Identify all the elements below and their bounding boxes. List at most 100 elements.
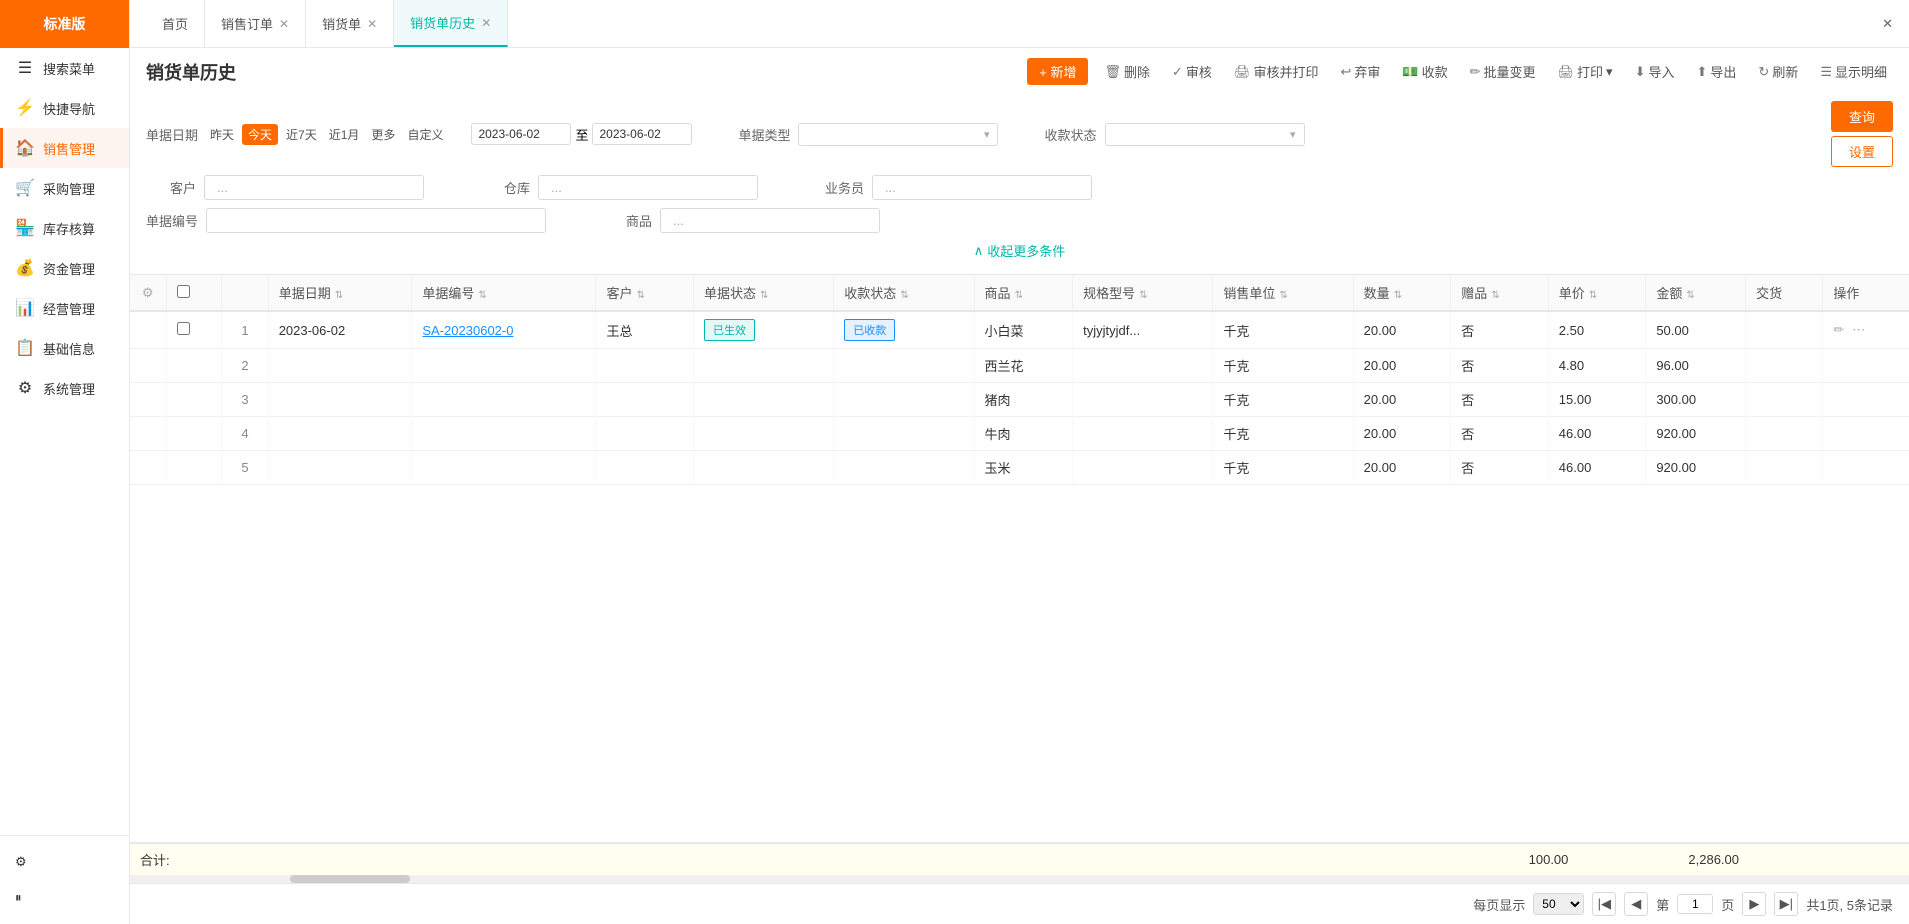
sidebar-collapse-item[interactable]: ⏸ [0,880,129,916]
row-trade [1746,349,1823,383]
row-qty: 20.00 [1353,417,1451,451]
row-gear [130,383,166,417]
sidebar-item-operations[interactable]: 📊 经营管理 [0,288,129,328]
row-customer [596,349,694,383]
sort-unit-icon: ⇅ [1279,290,1287,301]
col-payment[interactable]: 收款状态⇅ [834,275,974,311]
tab-sales-history-label: 销货单历史 [410,13,475,32]
export-button[interactable]: ⬆ 导出 [1690,59,1742,84]
salesperson-ellipsis[interactable]: ... [885,180,896,195]
collapse-button[interactable]: ∧ 收起更多条件 [974,241,1066,260]
product-input[interactable]: ... [660,208,880,233]
sidebar-item-label: 基础信息 [43,339,95,358]
warehouse-ellipsis[interactable]: ... [551,180,562,195]
date-shortcut-7days[interactable]: 近7天 [282,124,321,145]
table-row: 2 西兰花 千克 20.00 否 4.80 96.00 [130,349,1909,383]
sidebar-bottom-item[interactable]: ⚙ [0,844,129,880]
sidebar-item-purchase[interactable]: 🛒 采购管理 [0,168,129,208]
settings-button[interactable]: 设置 [1831,136,1893,167]
sidebar-item-inventory[interactable]: 🏪 库存核算 [0,208,129,248]
customer-input[interactable]: ... [204,175,424,200]
payment-select[interactable]: ▾ [1105,123,1305,146]
date-to-input[interactable] [592,123,692,145]
page-input[interactable] [1677,894,1713,914]
row-product: 猪肉 [974,383,1073,417]
import-button[interactable]: ⬇ 导入 [1629,59,1681,84]
sidebar-item-finance[interactable]: 💰 资金管理 [0,248,129,288]
show-detail-button[interactable]: ☰ 显示明细 [1814,59,1893,84]
footer-total-qty: 100.00 [1529,852,1569,867]
page-size-select[interactable]: 50 100 200 [1533,893,1584,915]
more-action-icon[interactable]: ⋯ [1852,322,1865,338]
tab-sales-order-close[interactable]: ✕ [279,17,289,31]
scrollbar-area[interactable] [130,875,1909,883]
doctype-select[interactable]: ▾ [798,123,998,146]
col-customer[interactable]: 客户⇅ [596,275,694,311]
col-price[interactable]: 单价⇅ [1548,275,1646,311]
sidebar-item-search-menu[interactable]: ☰ 搜索菜单 [0,48,129,88]
import-icon: ⬇ [1635,64,1646,80]
date-shortcut-custom[interactable]: 自定义 [403,124,447,145]
col-qty[interactable]: 数量⇅ [1353,275,1451,311]
date-shortcut-1month[interactable]: 近1月 [325,124,364,145]
last-page-button[interactable]: ▶| [1774,892,1798,916]
row-trade [1746,451,1823,485]
tab-home[interactable]: 首页 [146,0,205,47]
row-customer: 王总 [596,311,694,349]
col-spec[interactable]: 规格型号⇅ [1073,275,1213,311]
col-docstatus[interactable]: 单据状态⇅ [694,275,834,311]
topbar-close-btn[interactable]: ✕ [1882,16,1893,32]
tab-sales-order[interactable]: 销售订单 ✕ [205,0,306,47]
doc-no-link[interactable]: SA-20230602-0 [422,323,513,338]
print-button[interactable]: 🖨 打印 ▾ [1552,59,1619,84]
batch-change-button[interactable]: ✏ 批量变更 [1464,59,1542,84]
first-page-button[interactable]: |◀ [1592,892,1616,916]
col-gear[interactable]: ⚙ [130,275,166,311]
tab-sales-history[interactable]: 销货单历史 ✕ [394,0,508,47]
date-from-input[interactable] [471,123,571,145]
row-checkbox[interactable] [177,322,190,335]
tab-sales-history-close[interactable]: ✕ [481,16,491,30]
warehouse-input[interactable]: ... [538,175,758,200]
col-docno[interactable]: 单据编号⇅ [412,275,596,311]
query-button[interactable]: 查询 [1831,101,1893,132]
row-spec: tyjyjtyjdf... [1073,311,1213,349]
sidebar-item-quick-nav[interactable]: ⚡ 快捷导航 [0,88,129,128]
date-shortcut-more[interactable]: 更多 [367,124,399,145]
row-spec [1073,451,1213,485]
tab-sales-order-label: 销售订单 [221,14,273,33]
tab-sales-delivery[interactable]: 销货单 ✕ [306,0,394,47]
col-product[interactable]: 商品⇅ [974,275,1073,311]
sidebar-item-system[interactable]: ⚙ 系统管理 [0,368,129,408]
next-page-button[interactable]: ▶ [1742,892,1766,916]
prev-page-button[interactable]: ◀ [1624,892,1648,916]
docno-input[interactable] [206,208,546,233]
delete-button[interactable]: 🗑 删除 [1098,59,1156,84]
audit-print-button[interactable]: 🖨 审核并打印 [1228,59,1325,84]
row-checkbox-cell [166,417,222,451]
col-date[interactable]: 单据日期⇅ [268,275,412,311]
new-button[interactable]: + 新增 [1027,58,1088,85]
scrollbar-thumb[interactable] [290,875,410,883]
audit-button[interactable]: ✓ 审核 [1166,59,1218,84]
salesperson-input[interactable]: ... [872,175,1092,200]
date-shortcut-yesterday[interactable]: 昨天 [206,124,238,145]
search-menu-icon: ☰ [15,58,35,78]
collect-button[interactable]: 💵 收款 [1396,59,1453,84]
sidebar-item-sales[interactable]: 🏠 销售管理 [0,128,129,168]
tab-sales-delivery-close[interactable]: ✕ [367,17,377,31]
abandon-button[interactable]: ↩ 弃审 [1334,59,1386,84]
date-label: 单据日期 [146,125,198,144]
select-all-checkbox[interactable] [177,285,190,298]
row-spec [1073,383,1213,417]
refresh-button[interactable]: ↻ 刷新 [1752,59,1804,84]
col-unit[interactable]: 销售单位⇅ [1213,275,1353,311]
product-ellipsis[interactable]: ... [673,213,684,228]
col-gift[interactable]: 赠品⇅ [1451,275,1549,311]
sort-spec-icon: ⇅ [1139,290,1147,301]
sidebar-item-basic[interactable]: 📋 基础信息 [0,328,129,368]
edit-action-icon[interactable]: ✏ [1833,322,1844,338]
date-shortcut-today[interactable]: 今天 [242,124,278,145]
col-amount[interactable]: 金额⇅ [1646,275,1746,311]
customer-ellipsis[interactable]: ... [217,180,228,195]
